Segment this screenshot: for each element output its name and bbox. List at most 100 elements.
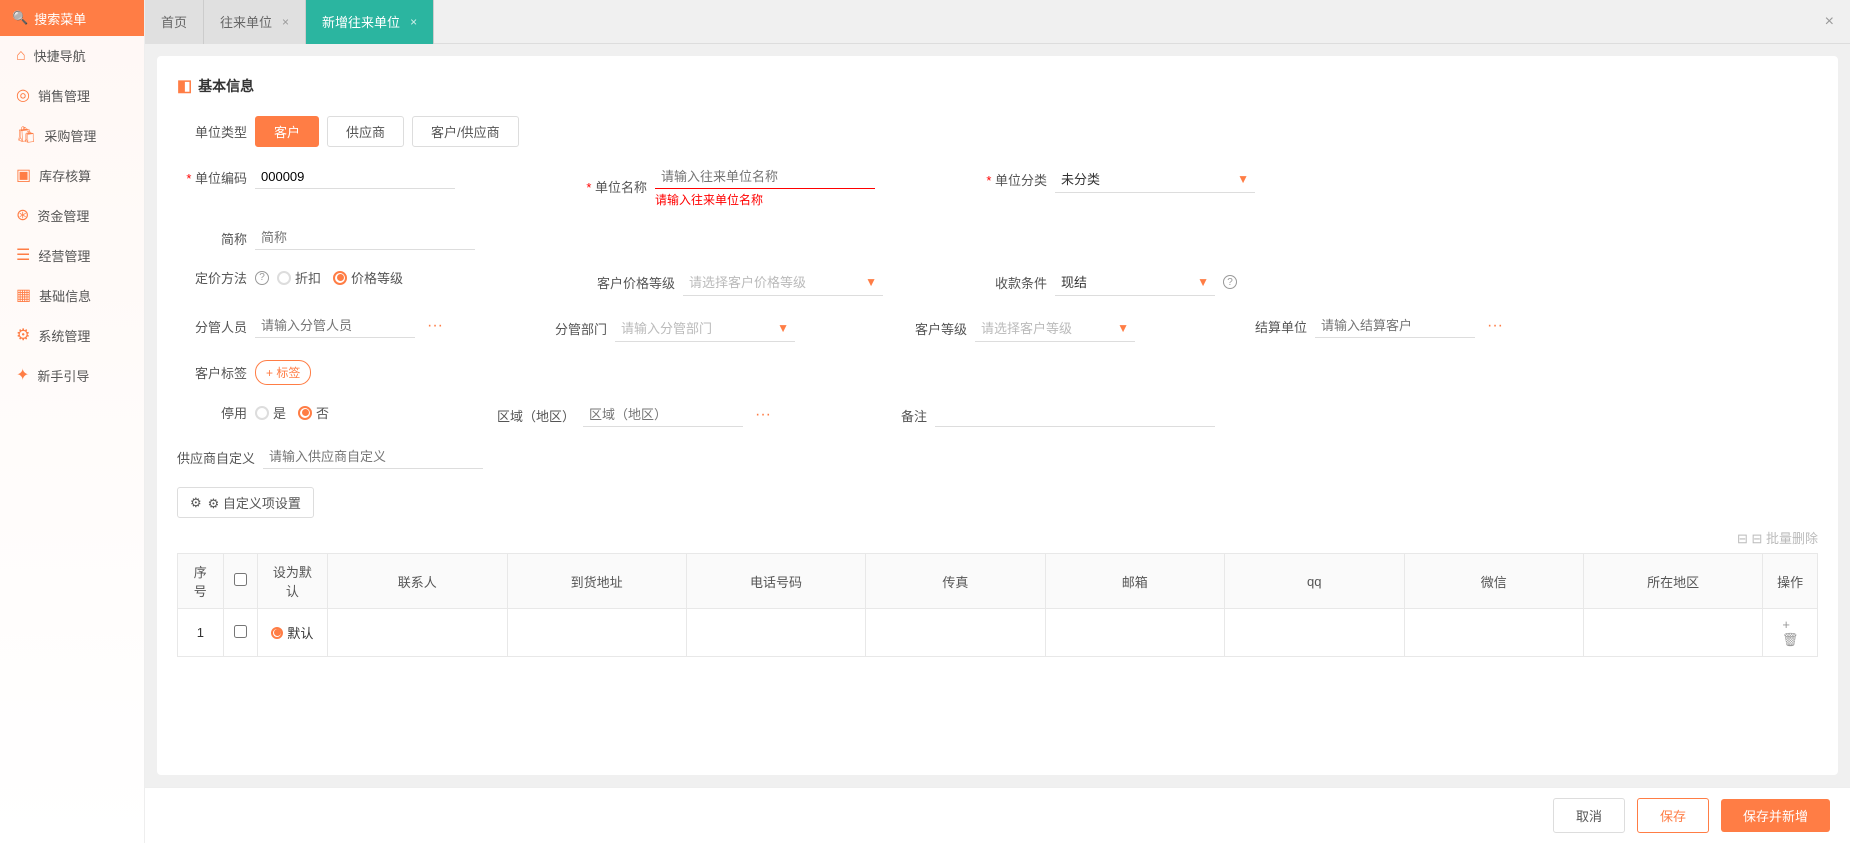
pricing-option-price-level[interactable]: 价格等级 xyxy=(333,268,403,287)
disabled-field: 停用 是 否 xyxy=(177,403,457,422)
payment-terms-select[interactable]: 现结 ▼ xyxy=(1055,268,1215,296)
batch-delete-area: ⊟ ⊟ 批量删除 xyxy=(177,528,1818,547)
row-checkbox[interactable] xyxy=(234,625,247,638)
email-input[interactable] xyxy=(1056,625,1214,640)
region-more-btn[interactable]: ··· xyxy=(751,406,775,424)
pricing-help-icon[interactable]: ? xyxy=(255,271,269,285)
row-delete-btn[interactable]: 🗑 xyxy=(1782,632,1799,647)
col-phone: 电话号码 xyxy=(686,554,865,609)
short-name-row: 简称 xyxy=(177,226,1818,250)
tab-new-partner[interactable]: 新增往来单位 × xyxy=(306,0,434,44)
col-checkbox xyxy=(223,554,257,609)
row-phone[interactable] xyxy=(686,609,865,657)
remarks-input[interactable] xyxy=(935,403,1215,427)
unit-btn-both[interactable]: 客户/供应商 xyxy=(412,116,519,147)
qq-input[interactable] xyxy=(1235,625,1394,640)
sales-icon: ◎ xyxy=(16,85,30,105)
sidebar-item-sales[interactable]: ◎ 销售管理 xyxy=(0,75,144,115)
disabled-no[interactable]: 否 xyxy=(298,403,329,422)
row-default-radio[interactable] xyxy=(271,627,283,639)
fax-input[interactable] xyxy=(876,625,1034,640)
sidebar-item-guide[interactable]: ✦ 新手引导 xyxy=(0,355,144,395)
region-input[interactable] xyxy=(583,403,743,427)
row-email[interactable] xyxy=(1045,609,1224,657)
batch-delete-btn[interactable]: ⊟ ⊟ 批量删除 xyxy=(1737,531,1818,546)
row-region[interactable] xyxy=(1583,609,1762,657)
sidebar-item-purchase[interactable]: 🛍 采购管理 xyxy=(0,115,144,155)
tab-partners-label: 往来单位 xyxy=(220,12,272,31)
manager-more-btn[interactable]: ··· xyxy=(423,317,447,335)
tab-new-partner-close[interactable]: × xyxy=(410,15,417,29)
delete-icon: ⊟ xyxy=(1737,531,1748,546)
sidebar-label-finance: 资金管理 xyxy=(37,206,89,225)
payment-help-icon[interactable]: ? xyxy=(1223,275,1237,289)
contact-input[interactable] xyxy=(338,625,496,640)
discount-radio[interactable] xyxy=(277,271,291,285)
main-area: 首页 往来单位 × 新增往来单位 × × ◧ 基本信息 单位类型 客户 供应商 … xyxy=(145,0,1850,843)
basic-info-icon: ▦ xyxy=(16,285,31,305)
sidebar-item-operations[interactable]: ☰ 经营管理 xyxy=(0,235,144,275)
tab-partners-close[interactable]: × xyxy=(282,15,289,29)
disabled-radio-group: 是 否 xyxy=(255,403,329,422)
address-input[interactable] xyxy=(518,625,676,640)
select-all-checkbox[interactable] xyxy=(234,573,247,586)
customer-level-field: 客户等级 请选择客户等级 ▼ xyxy=(897,314,1197,342)
phone-input[interactable] xyxy=(697,625,855,640)
row-add-btn[interactable]: + xyxy=(1782,617,1790,632)
unit-type-label: 单位类型 xyxy=(177,122,247,141)
customer-price-level-select[interactable]: 请选择客户价格等级 ▼ xyxy=(683,268,883,296)
unit-name-field: 单位名称 请输入往来单位名称 xyxy=(577,165,937,208)
tab-home[interactable]: 首页 xyxy=(145,0,204,44)
sidebar-search[interactable]: 🔍 搜索菜单 xyxy=(0,0,144,36)
add-tag-button[interactable]: + 标签 xyxy=(255,360,311,385)
row-contact[interactable] xyxy=(328,609,507,657)
custom-settings-button[interactable]: ⚙ ⚙ 自定义项设置 xyxy=(177,487,314,518)
sidebar-item-system[interactable]: ⚙ 系统管理 xyxy=(0,315,144,355)
main-close-button[interactable]: × xyxy=(1825,13,1834,31)
pricing-row: 定价方法 ? 折扣 价格等级 客户价格等级 请选择客户价格等级 xyxy=(177,268,1818,296)
row-qq[interactable] xyxy=(1225,609,1405,657)
sidebar-label-basic-info: 基础信息 xyxy=(39,286,91,305)
tab-partners[interactable]: 往来单位 × xyxy=(204,0,306,44)
wechat-input[interactable] xyxy=(1415,625,1573,640)
save-button[interactable]: 保存 xyxy=(1637,798,1709,833)
form-content: ◧ 基本信息 单位类型 客户 供应商 客户/供应商 单位编码 单位名称 xyxy=(157,56,1838,775)
settlement-input[interactable] xyxy=(1315,314,1475,338)
supplier-custom-input[interactable] xyxy=(263,445,483,469)
sidebar-item-finance[interactable]: ⊛ 资金管理 xyxy=(0,195,144,235)
unit-name-input[interactable] xyxy=(655,165,875,189)
department-select[interactable]: 请输入分管部门 ▼ xyxy=(615,314,795,342)
sidebar-item-quick-nav[interactable]: ⌂ 快捷导航 xyxy=(0,36,144,75)
customer-level-select[interactable]: 请选择客户等级 ▼ xyxy=(975,314,1135,342)
unit-btn-supplier[interactable]: 供应商 xyxy=(327,116,404,147)
disabled-yes-radio[interactable] xyxy=(255,406,269,420)
sidebar-label-system: 系统管理 xyxy=(38,326,90,345)
cancel-button[interactable]: 取消 xyxy=(1553,798,1625,833)
unit-btn-customer[interactable]: 客户 xyxy=(255,116,319,147)
disabled-no-radio[interactable] xyxy=(298,406,312,420)
manager-input[interactable] xyxy=(255,314,415,338)
short-name-input[interactable] xyxy=(255,226,475,250)
pricing-option-discount[interactable]: 折扣 xyxy=(277,268,321,287)
price-level-radio[interactable] xyxy=(333,271,347,285)
unit-code-input[interactable] xyxy=(255,165,455,189)
row-fax[interactable] xyxy=(866,609,1045,657)
short-name-label: 简称 xyxy=(177,229,247,248)
settlement-more-btn[interactable]: ··· xyxy=(1483,317,1507,335)
save-and-new-button[interactable]: 保存并新增 xyxy=(1721,799,1830,832)
disabled-yes[interactable]: 是 xyxy=(255,403,286,422)
sidebar-search-label: 搜索菜单 xyxy=(34,9,86,28)
sidebar-label-guide: 新手引导 xyxy=(37,366,89,385)
unit-category-select[interactable]: 未分类 ▼ xyxy=(1055,165,1255,193)
section-title-label: 基本信息 xyxy=(198,76,254,96)
batch-delete-label: ⊟ 批量删除 xyxy=(1751,531,1818,546)
default-radio-label[interactable]: 默认 xyxy=(268,623,318,642)
inventory-icon: ▣ xyxy=(16,165,31,185)
row-address[interactable] xyxy=(507,609,686,657)
discount-label: 折扣 xyxy=(295,268,321,287)
row-region-input[interactable] xyxy=(1594,625,1752,640)
action-bar: 取消 保存 保存并新增 xyxy=(145,787,1850,843)
sidebar-item-inventory[interactable]: ▣ 库存核算 xyxy=(0,155,144,195)
sidebar-item-basic-info[interactable]: ▦ 基础信息 xyxy=(0,275,144,315)
row-wechat[interactable] xyxy=(1404,609,1583,657)
